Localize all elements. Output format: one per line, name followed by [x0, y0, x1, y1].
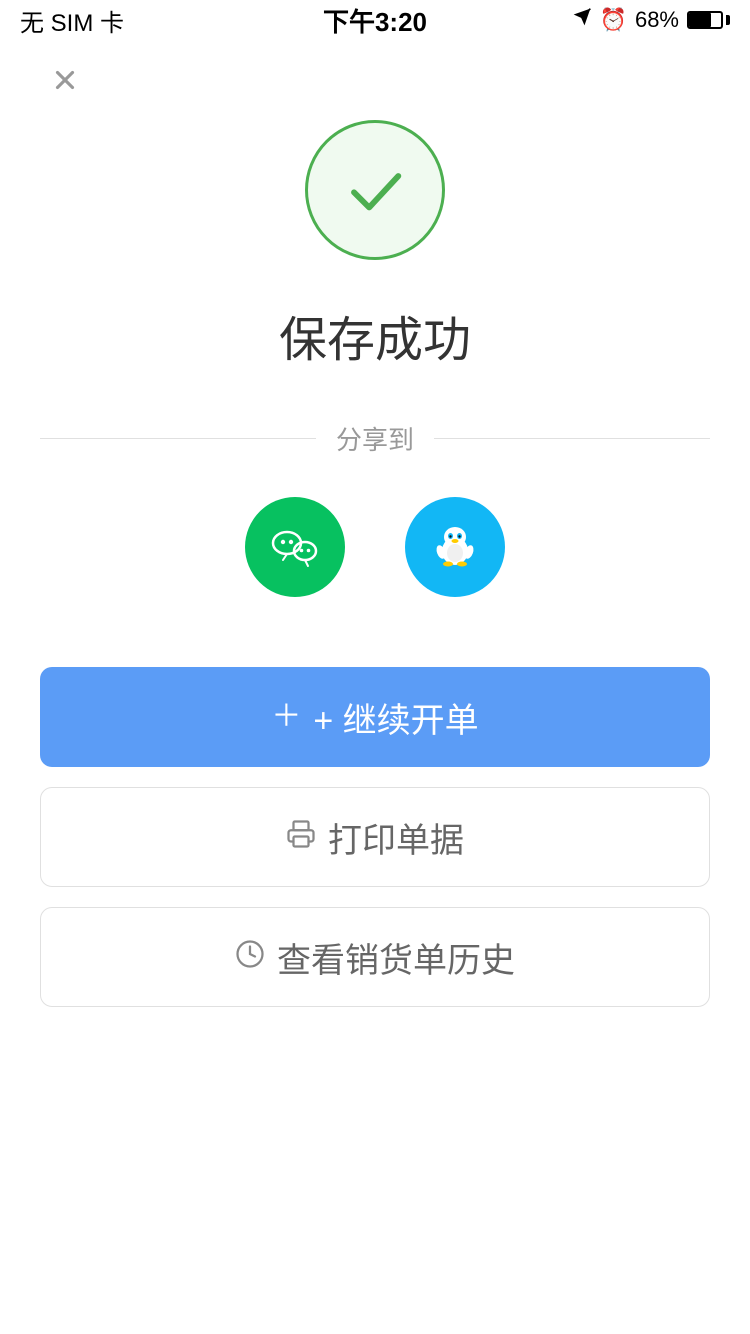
- qq-icon: [425, 517, 485, 577]
- sim-status: 无 SIM 卡: [20, 3, 124, 38]
- battery-percent: 68%: [635, 7, 679, 33]
- clock-icon: [235, 939, 265, 975]
- alarm-icon: ⏰: [600, 7, 627, 33]
- checkmark-icon: [340, 155, 410, 225]
- wechat-share-button[interactable]: [245, 497, 345, 597]
- divider-left: [40, 438, 316, 439]
- success-title: 保存成功: [279, 300, 471, 370]
- print-button[interactable]: 打印单据: [40, 787, 710, 887]
- status-time: 下午3:20: [323, 2, 427, 39]
- history-label: 查看销货单历史: [277, 933, 515, 982]
- status-left: 无 SIM 卡: [20, 3, 132, 38]
- share-label: 分享到: [316, 420, 434, 457]
- status-bar: 无 SIM 卡 下午3:20 ⏰ 68%: [0, 0, 750, 40]
- main-content: 保存成功 分享到: [0, 40, 750, 1007]
- close-button[interactable]: [40, 55, 90, 105]
- plus-icon: ＋: [271, 702, 301, 732]
- share-icons: [245, 497, 505, 597]
- continue-label: + 继续开单: [313, 693, 478, 742]
- wechat-icon: [265, 517, 325, 577]
- qq-share-button[interactable]: [405, 497, 505, 597]
- printer-icon: [286, 819, 316, 855]
- print-label: 打印单据: [328, 813, 464, 862]
- success-circle: [305, 120, 445, 260]
- location-icon: [572, 7, 592, 33]
- battery-icon: [687, 11, 730, 29]
- continue-button[interactable]: ＋ + 继续开单: [40, 667, 710, 767]
- status-right: ⏰ 68%: [572, 7, 730, 33]
- action-buttons: ＋ + 继续开单 打印单据 查看销货单历史: [0, 667, 750, 1007]
- divider-right: [434, 438, 710, 439]
- history-button[interactable]: 查看销货单历史: [40, 907, 710, 1007]
- share-divider: 分享到: [0, 420, 750, 457]
